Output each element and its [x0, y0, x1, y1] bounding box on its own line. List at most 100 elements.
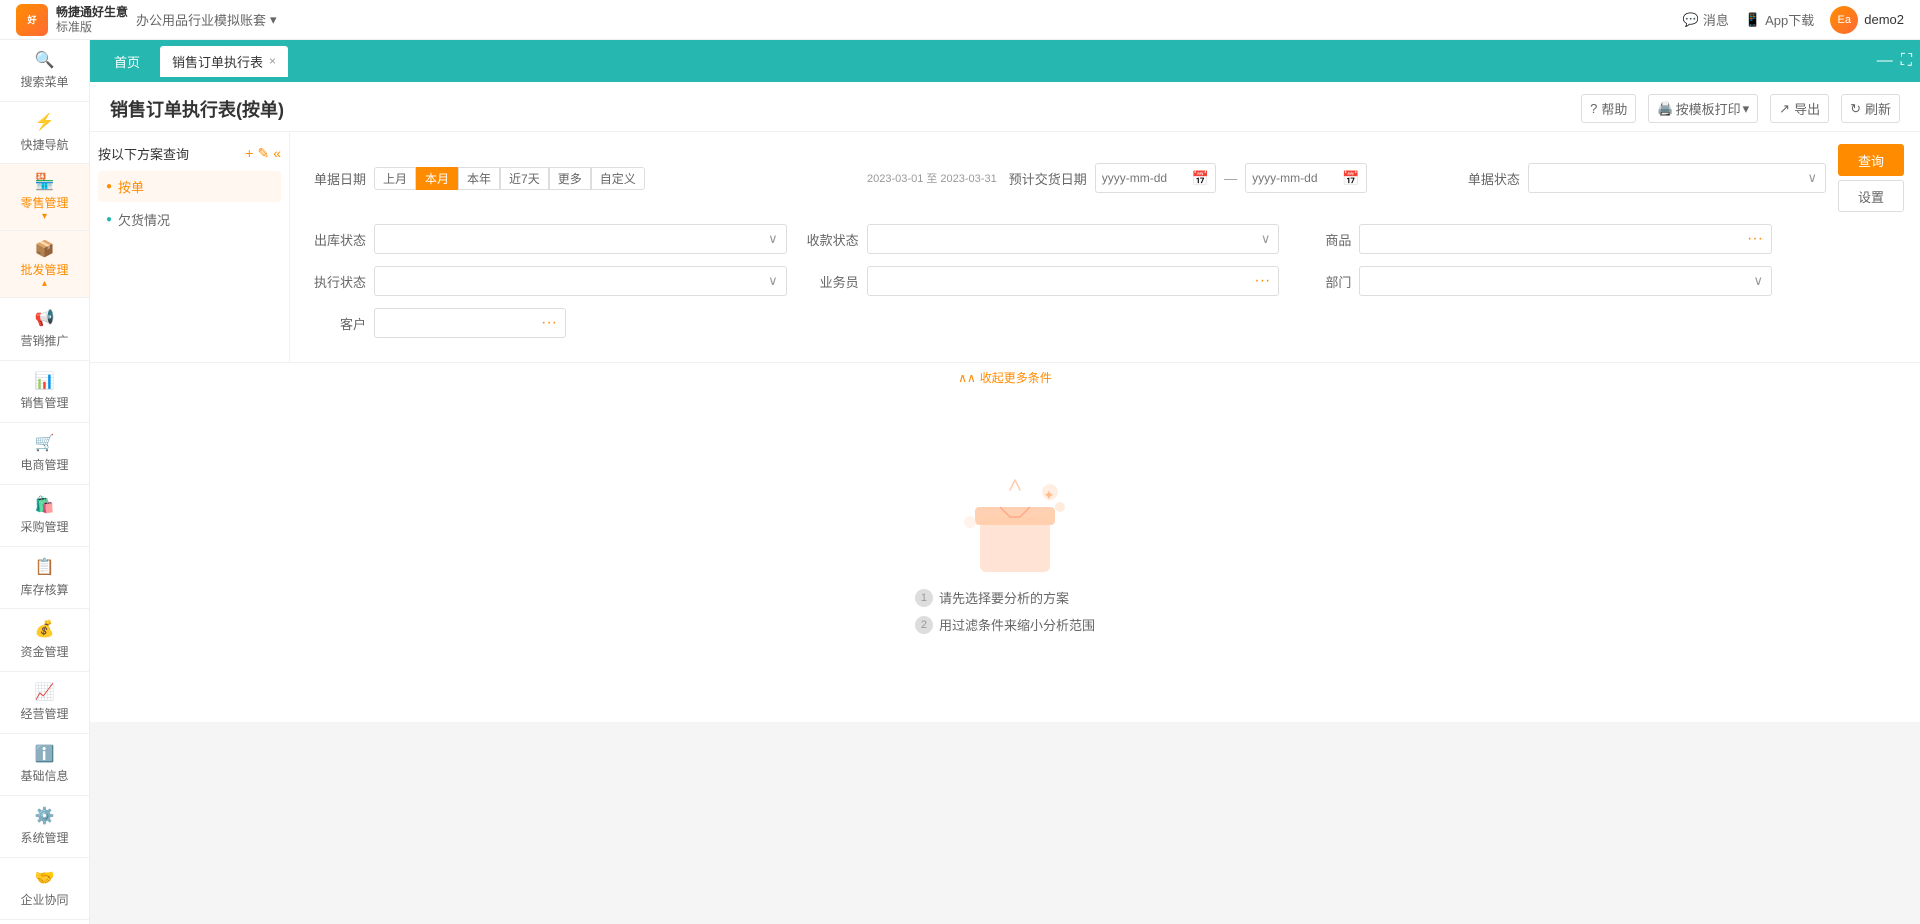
- svg-text:✦: ✦: [1043, 487, 1055, 503]
- date-tab-lastmonth[interactable]: 上月: [374, 167, 416, 190]
- calendar-end-icon[interactable]: 📅: [1342, 170, 1359, 187]
- logo-text: 畅捷通好生意 标准版: [56, 5, 128, 34]
- sidebar-item-finance[interactable]: 💰 资金管理: [0, 609, 89, 671]
- tab-home[interactable]: 首页: [98, 46, 156, 77]
- sidebar-item-newbie[interactable]: 🎯 新手引导: [0, 920, 89, 924]
- marketing-icon: 📢: [35, 308, 55, 330]
- print-icon: 🖨️: [1657, 101, 1673, 117]
- sidebar-item-basicinfo[interactable]: ℹ️ 基础信息: [0, 734, 89, 796]
- date-tab-custom[interactable]: 自定义: [591, 167, 645, 190]
- date-tab-7days[interactable]: 近7天: [500, 167, 549, 190]
- settings-button[interactable]: 设置: [1838, 180, 1904, 212]
- message-button[interactable]: 💬 消息: [1683, 10, 1729, 29]
- goods-label: 商品: [1291, 230, 1351, 249]
- dept-select[interactable]: ∨: [1359, 266, 1772, 296]
- sidebar-item-marketing[interactable]: 📢 营销推广: [0, 298, 89, 360]
- date-tab-thismonth[interactable]: 本月: [416, 167, 458, 190]
- sidebar-item-inventory[interactable]: 📋 库存核算: [0, 547, 89, 609]
- date-field: 单据日期 上月 本月 本年 近7天 更多 自定义: [306, 167, 855, 190]
- empty-tip-2: 2 用过滤条件来缩小分析范围: [915, 615, 1095, 634]
- sidebar-item-sales[interactable]: 📊 销售管理: [0, 361, 89, 423]
- expected-date-end-input[interactable]: [1252, 171, 1342, 185]
- date-label: 单据日期: [306, 169, 366, 188]
- finance-icon: 💰: [35, 619, 55, 641]
- expected-date-start-wrap: 📅: [1095, 163, 1216, 193]
- scheme-item-shortage[interactable]: ● 欠货情况: [98, 204, 281, 235]
- date-tab-thisyear[interactable]: 本年: [458, 167, 500, 190]
- delivery-status-select[interactable]: ∨: [374, 224, 787, 254]
- add-scheme-button[interactable]: +: [245, 145, 253, 162]
- page-title: 销售订单执行表(按单): [110, 96, 284, 122]
- expected-date-label: 预计交货日期: [1009, 169, 1087, 188]
- tab-bar: 首页 销售订单执行表 × — ⛶: [90, 40, 1920, 82]
- calendar-start-icon[interactable]: 📅: [1192, 170, 1209, 187]
- query-button[interactable]: 查询: [1838, 144, 1904, 176]
- print-button[interactable]: 🖨️ 按模板打印 ▾: [1648, 94, 1758, 123]
- sidebar-item-ecommerce[interactable]: 🛒 电商管理: [0, 423, 89, 485]
- collapse-bar[interactable]: ∧∧ 收起更多条件: [90, 362, 1920, 392]
- collapse-arrow: ∧∧: [958, 371, 976, 385]
- payment-status-field: 收款状态 ∨: [799, 224, 1280, 254]
- edit-scheme-button[interactable]: ✎: [257, 145, 269, 162]
- customer-input-wrap: ···: [374, 308, 566, 338]
- avatar: Ea: [1830, 6, 1858, 34]
- collapse-panel-button[interactable]: «: [273, 145, 281, 162]
- sidebar-item-system[interactable]: ⚙️ 系统管理: [0, 796, 89, 858]
- delivery-status-label: 出库状态: [306, 230, 366, 249]
- sidebar-item-quicknav[interactable]: ⚡ 快捷导航: [0, 102, 89, 164]
- goods-input-wrap: ···: [1359, 224, 1772, 254]
- sidebar-item-collab[interactable]: 🤝 企业协同: [0, 858, 89, 920]
- tab-minimize-button[interactable]: —: [1877, 52, 1893, 70]
- inventory-icon: 📋: [35, 557, 55, 579]
- empty-tips: 1 请先选择要分析的方案 2 用过滤条件来缩小分析范围: [915, 588, 1095, 642]
- tip-num-1: 1: [915, 589, 933, 607]
- payment-status-arrow: ∨: [1261, 231, 1271, 247]
- sidebar-item-wholesale[interactable]: 📦 批发管理 ▴: [0, 231, 89, 298]
- expected-date-start-input[interactable]: [1102, 171, 1192, 185]
- empty-tip-1: 1 请先选择要分析的方案: [915, 588, 1095, 607]
- scheme-inactive-icon: ●: [106, 214, 112, 225]
- page-header: 销售订单执行表(按单) ? 帮助 🖨️ 按模板打印 ▾: [90, 82, 1920, 132]
- doc-status-field: 单据状态 ∨: [1460, 163, 1826, 193]
- tab-maximize-button[interactable]: ⛶: [1901, 52, 1912, 70]
- scheme-item-order[interactable]: ● 按单: [98, 171, 281, 202]
- filter-panel-actions: + ✎ «: [245, 145, 281, 162]
- date-filter: 上月 本月 本年 近7天 更多 自定义: [374, 167, 855, 190]
- help-button[interactable]: ? 帮助: [1581, 94, 1636, 123]
- goods-dots-button[interactable]: ···: [1747, 230, 1763, 248]
- exec-status-select[interactable]: ∨: [374, 266, 787, 296]
- page-inner: 销售订单执行表(按单) ? 帮助 🖨️ 按模板打印 ▾: [90, 82, 1920, 722]
- exec-status-field: 执行状态 ∨: [306, 266, 787, 296]
- sidebar-item-retail[interactable]: 🏪 零售管理 ▾: [0, 164, 89, 231]
- date-tabs: 上月 本月 本年 近7天 更多 自定义: [374, 167, 645, 190]
- delivery-status-field: 出库状态 ∨: [306, 224, 787, 254]
- page-content: 销售订单执行表(按单) ? 帮助 🖨️ 按模板打印 ▾: [90, 82, 1920, 924]
- export-button[interactable]: ↗ 导出: [1770, 94, 1829, 123]
- tab-active[interactable]: 销售订单执行表 ×: [160, 46, 288, 77]
- customer-dots-button[interactable]: ···: [541, 314, 557, 332]
- app-download-button[interactable]: 📱 App下载: [1745, 10, 1814, 29]
- top-bar-left: 好 畅捷通好生意 标准版 办公用品行业模拟账套 ▾: [16, 4, 277, 36]
- doc-status-select[interactable]: ∨: [1528, 163, 1826, 193]
- collapse-text: 收起更多条件: [980, 369, 1052, 386]
- search-icon: 🔍: [35, 50, 55, 72]
- refresh-button[interactable]: ↻ 刷新: [1841, 94, 1900, 123]
- date-range-text: 2023-03-01 至 2023-03-31: [867, 170, 997, 186]
- user-menu[interactable]: Ea demo2: [1830, 6, 1904, 34]
- page-actions: ? 帮助 🖨️ 按模板打印 ▾ ↗ 导出: [1581, 94, 1900, 123]
- sidebar-item-operations[interactable]: 📈 经营管理: [0, 672, 89, 734]
- salesman-dots-button[interactable]: ···: [1254, 272, 1270, 290]
- sidebar-item-purchase[interactable]: 🛍️ 采购管理: [0, 485, 89, 547]
- date-tab-more[interactable]: 更多: [549, 167, 591, 190]
- filter-left-panel: 按以下方案查询 + ✎ « ● 按单 ●: [90, 132, 290, 362]
- empty-state: ✦ 1 请先选择要分析的方案 2 用过滤条件来缩小分析范围: [90, 392, 1920, 722]
- sidebar-item-search[interactable]: 🔍 搜索菜单: [0, 40, 89, 102]
- payment-status-select[interactable]: ∨: [867, 224, 1280, 254]
- tab-close-button[interactable]: ×: [269, 54, 276, 68]
- company-selector[interactable]: 办公用品行业模拟账套 ▾: [136, 10, 277, 29]
- exec-status-arrow: ∨: [768, 273, 778, 289]
- customer-label: 客户: [306, 314, 366, 333]
- filter-right-panel: 单据日期 上月 本月 本年 近7天 更多 自定义: [290, 132, 1920, 362]
- exec-status-label: 执行状态: [306, 272, 366, 291]
- content-area: 首页 销售订单执行表 × — ⛶ 销售订单执行表(按单) ? 帮助: [90, 40, 1920, 924]
